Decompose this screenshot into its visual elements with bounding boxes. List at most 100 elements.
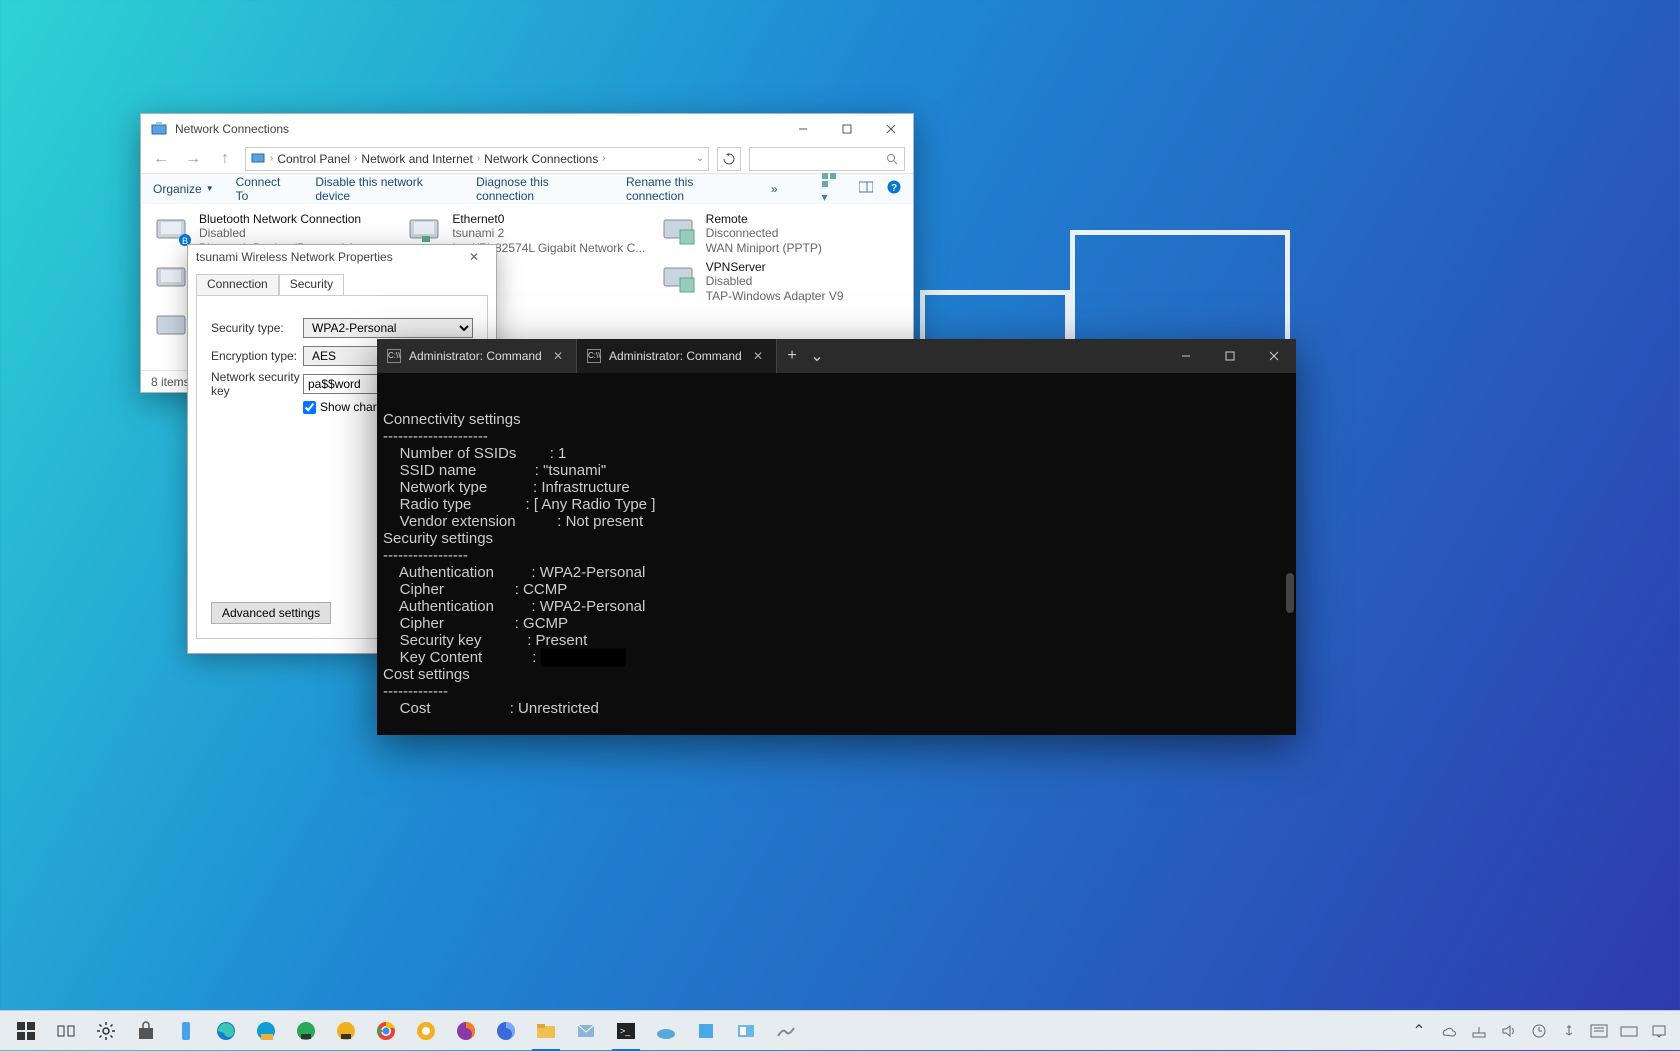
view-menu[interactable]: ▾ [822, 173, 846, 204]
edge-beta-icon[interactable] [246, 1011, 286, 1051]
command-bar: Organize ▼ Connect To Disable this netwo… [141, 174, 913, 204]
more-commands[interactable]: » [771, 182, 778, 196]
tab-strip: Connection Security [188, 269, 496, 295]
connect-to-button[interactable]: Connect To [236, 175, 294, 203]
tab-dropdown[interactable]: ⌄ [807, 339, 827, 373]
address-bar: ← → ↑ › Control Panel › Network and Inte… [141, 144, 913, 174]
usb-icon[interactable] [1560, 1022, 1578, 1040]
svg-text:?: ? [891, 183, 897, 194]
terminal-window: C:\\ Administrator: Command Prompt ✕ C:\… [377, 339, 1296, 735]
tab-connection[interactable]: Connection [196, 274, 279, 296]
close-button[interactable] [1252, 339, 1296, 373]
network-adapter-icon [408, 212, 444, 248]
app-icon[interactable] [726, 1011, 766, 1051]
search-icon [886, 153, 898, 165]
network-adapter-icon [662, 212, 698, 248]
security-type-label: Security type: [211, 321, 303, 335]
edge-dev-icon[interactable] [286, 1011, 326, 1051]
app-icon[interactable] [766, 1011, 806, 1051]
tray-overflow-icon[interactable]: ⌃ [1410, 1022, 1428, 1040]
system-tray: ⌃ [1404, 1022, 1674, 1040]
breadcrumb-dropdown[interactable]: ⌄ [696, 153, 704, 164]
breadcrumb-icon [250, 149, 266, 168]
terminal-titlebar[interactable]: C:\\ Administrator: Command Prompt ✕ C:\… [377, 339, 1296, 373]
maximize-button[interactable] [1208, 339, 1252, 373]
store-icon[interactable] [126, 1011, 166, 1051]
help-button[interactable]: ? [887, 180, 901, 197]
dialog-title: tsunami Wireless Network Properties [196, 250, 460, 264]
new-tab-button[interactable]: + [777, 339, 807, 373]
connection-item-vpnserver[interactable]: VPNServerDisabledTAP-Windows Adapter V9 [658, 258, 903, 304]
cmd-icon: C:\\ [587, 349, 601, 363]
terminal-output[interactable]: Connectivity settings-------------------… [377, 373, 1296, 735]
firefox-dev-icon[interactable] [486, 1011, 526, 1051]
network-tray-icon[interactable] [1470, 1022, 1488, 1040]
security-key-label: Network security key [211, 370, 303, 398]
dialog-titlebar[interactable]: tsunami Wireless Network Properties ✕ [188, 245, 496, 269]
preview-pane-button[interactable] [859, 180, 873, 197]
minimize-button[interactable] [1164, 339, 1208, 373]
close-button[interactable]: ✕ [460, 250, 488, 264]
cmd-icon: C:\\ [387, 349, 401, 363]
scrollbar[interactable] [1284, 373, 1296, 735]
volume-icon[interactable] [1500, 1022, 1518, 1040]
advanced-settings-button[interactable]: Advanced settings [211, 602, 331, 624]
titlebar[interactable]: Network Connections [141, 114, 913, 144]
network-adapter-icon: B [155, 212, 191, 248]
edge-canary-icon[interactable] [326, 1011, 366, 1051]
terminal-tab[interactable]: C:\\ Administrator: Command Prompt ✕ [377, 339, 577, 373]
network-adapter-icon [155, 308, 191, 344]
encryption-type-label: Encryption type: [211, 349, 303, 363]
rename-button[interactable]: Rename this connection [626, 175, 749, 203]
terminal-icon[interactable]: >_ [606, 1011, 646, 1051]
maximize-button[interactable] [825, 115, 869, 143]
mail-icon[interactable] [566, 1011, 606, 1051]
window-title: Network Connections [175, 122, 781, 136]
app-icon[interactable] [686, 1011, 726, 1051]
chrome-icon[interactable] [366, 1011, 406, 1051]
ime-icon[interactable] [1590, 1022, 1608, 1040]
breadcrumb-item[interactable]: Control Panel [277, 152, 350, 166]
keyboard-icon[interactable] [1620, 1022, 1638, 1040]
terminal-tab-active[interactable]: C:\\ Administrator: Command Prompt ✕ [577, 339, 777, 373]
back-button[interactable]: ← [149, 147, 173, 171]
tab-close-button[interactable]: ✕ [550, 349, 566, 363]
up-button[interactable]: ↑ [213, 147, 237, 171]
clock-icon[interactable] [1530, 1022, 1548, 1040]
phone-icon[interactable] [166, 1011, 206, 1051]
security-type-select[interactable]: WPA2-Personal [303, 318, 473, 338]
refresh-button[interactable] [717, 147, 741, 171]
chrome-canary-icon[interactable] [406, 1011, 446, 1051]
minimize-button[interactable] [781, 115, 825, 143]
disable-device-button[interactable]: Disable this network device [315, 175, 454, 203]
window-icon [151, 121, 167, 137]
breadcrumb-bar[interactable]: › Control Panel › Network and Internet ›… [245, 147, 709, 171]
tab-security[interactable]: Security [279, 274, 344, 296]
notifications-icon[interactable] [1650, 1022, 1668, 1040]
start-button[interactable] [6, 1011, 46, 1051]
onedrive-icon[interactable] [1440, 1022, 1458, 1040]
tab-close-button[interactable]: ✕ [750, 349, 766, 363]
edge-icon[interactable] [206, 1011, 246, 1051]
tab-label: Administrator: Command Prompt [609, 349, 742, 363]
firefox-icon[interactable] [446, 1011, 486, 1051]
diagnose-button[interactable]: Diagnose this connection [476, 175, 604, 203]
organize-menu[interactable]: Organize ▼ [153, 182, 214, 196]
network-adapter-icon [662, 260, 698, 296]
show-characters-checkbox[interactable] [303, 401, 316, 414]
connection-item-remote[interactable]: RemoteDisconnectedWAN Miniport (PPTP) [658, 210, 903, 256]
task-view-button[interactable] [46, 1011, 86, 1051]
svg-text:>_: >_ [620, 1026, 631, 1036]
close-button[interactable] [869, 115, 913, 143]
breadcrumb-item[interactable]: Network Connections [484, 152, 598, 166]
taskbar: >_ ⌃ [0, 1010, 1680, 1050]
search-input[interactable] [749, 147, 905, 171]
item-count: 8 items [151, 375, 190, 389]
breadcrumb-item[interactable]: Network and Internet [361, 152, 472, 166]
settings-icon[interactable] [86, 1011, 126, 1051]
tab-label: Administrator: Command Prompt [409, 349, 542, 363]
file-explorer-icon[interactable] [526, 1011, 566, 1051]
app-icon[interactable] [646, 1011, 686, 1051]
network-adapter-icon [155, 260, 191, 296]
forward-button[interactable]: → [181, 147, 205, 171]
